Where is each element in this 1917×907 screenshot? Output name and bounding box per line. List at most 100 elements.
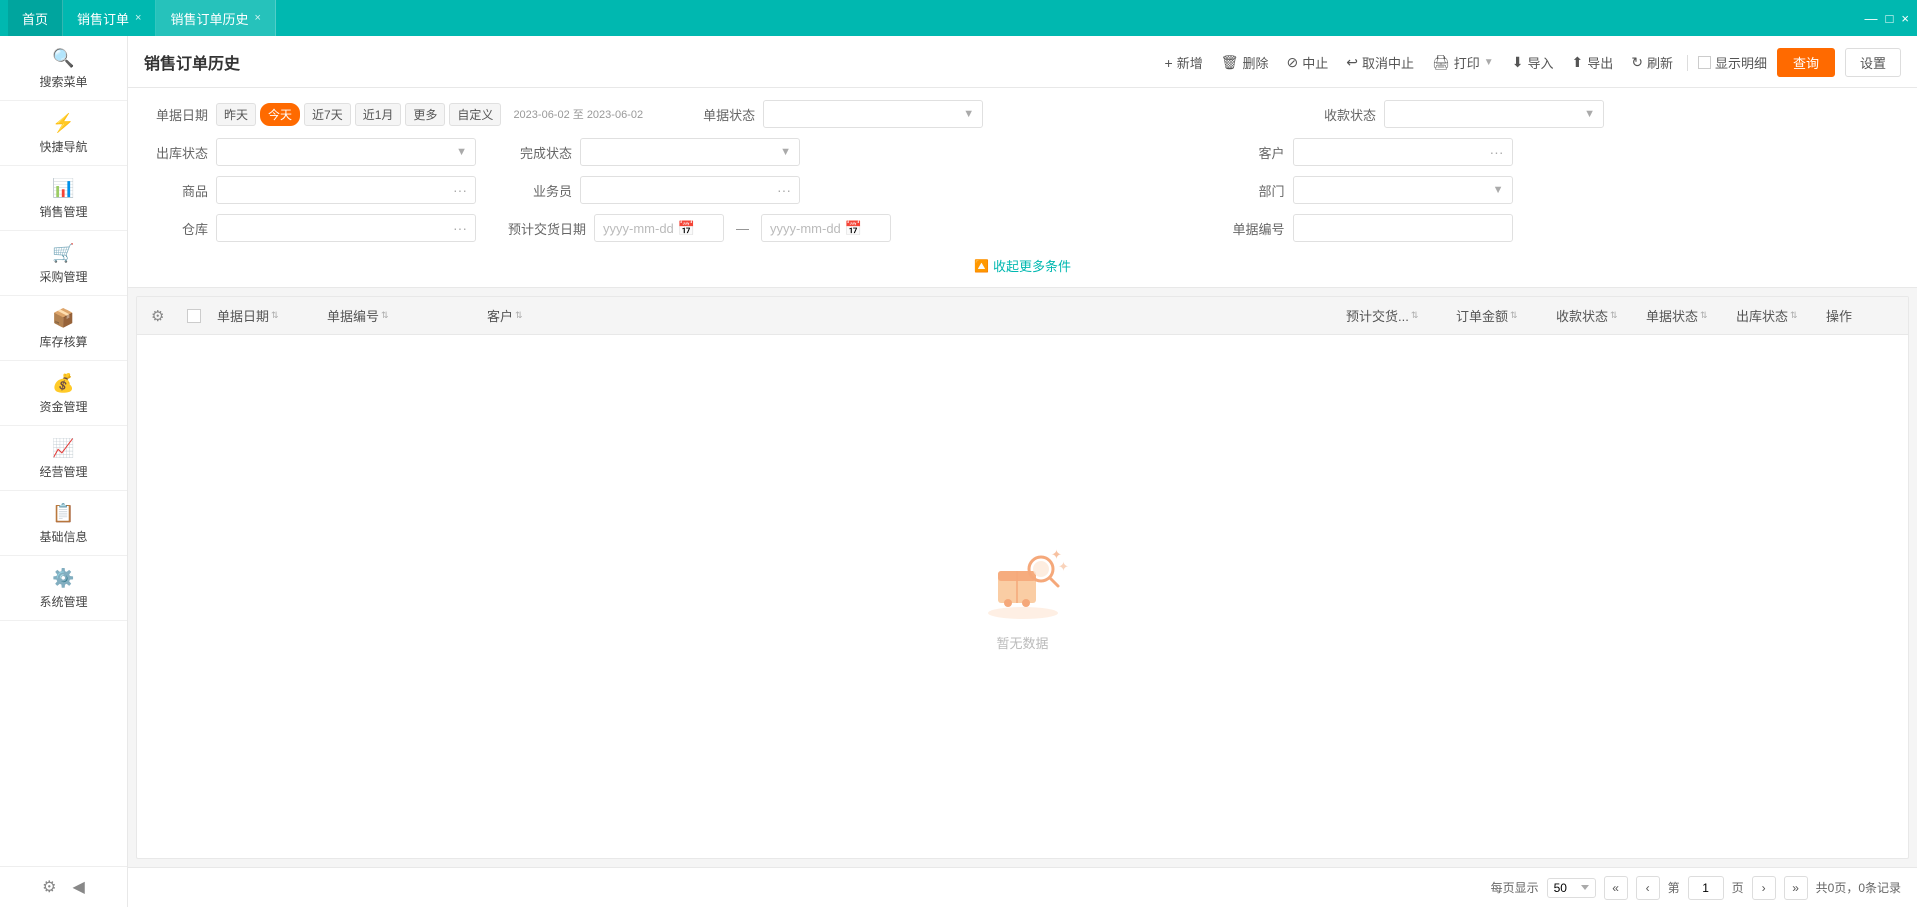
cancel-stop-button[interactable]: ↩ 取消中止 — [1342, 51, 1418, 74]
column-delivery[interactable]: 预计交货... ⇅ — [1340, 306, 1450, 325]
inventory-icon: 📦 — [52, 308, 74, 329]
print-label: 打印 — [1454, 53, 1480, 72]
collapse-label: 收起更多条件 — [993, 256, 1071, 275]
collapse-row[interactable]: 🔼 收起更多条件 — [144, 252, 1901, 275]
sidebar-item-sales[interactable]: 📊 销售管理 — [0, 166, 127, 231]
delivery-date-start-field[interactable]: yyyy-mm-dd 📅 — [594, 214, 724, 242]
prev-page-btn[interactable]: ‹ — [1636, 876, 1660, 900]
date-btn-yesterday[interactable]: 昨天 — [216, 103, 256, 126]
stop-button[interactable]: ⊘ 中止 — [1283, 51, 1333, 74]
doc-no-field[interactable] — [1293, 214, 1513, 242]
operations-icon: 📈 — [52, 438, 74, 459]
product-field[interactable]: ··· — [216, 176, 476, 204]
date-btn-more[interactable]: 更多 — [405, 103, 445, 126]
print-button[interactable]: 🖨 打印 ▼ — [1428, 51, 1498, 74]
finance-icon: 💰 — [52, 373, 74, 394]
sidebar-item-finance[interactable]: 💰 资金管理 — [0, 361, 127, 426]
window-close-btn[interactable]: × — [1901, 11, 1909, 26]
sidebar-inventory-label: 库存核算 — [39, 333, 87, 350]
settings-button[interactable]: 设置 — [1845, 48, 1901, 77]
empty-illustration: ✦ ✦ — [973, 541, 1073, 621]
new-label: 新增 — [1177, 53, 1203, 72]
filter-row-2: 出库状态 ▼ 完成状态 ▼ 客户 ··· — [144, 138, 1901, 166]
refresh-label: 刷新 — [1647, 53, 1673, 72]
delete-button[interactable]: 🗑 删除 — [1217, 51, 1273, 74]
checkbox-all[interactable] — [187, 309, 201, 323]
tab-sales-order[interactable]: 销售订单 × — [63, 0, 156, 36]
quick-nav-icon: ⚡ — [52, 113, 74, 134]
sidebar-purchase-label: 采购管理 — [39, 268, 87, 285]
delivery-date-end-field[interactable]: yyyy-mm-dd 📅 — [761, 214, 891, 242]
sidebar-item-search[interactable]: 🔍 搜索菜单 — [0, 36, 127, 101]
refresh-button[interactable]: ↻ 刷新 — [1627, 51, 1677, 74]
column-status[interactable]: 单据状态 ⇅ — [1640, 306, 1730, 325]
sidebar-item-operations[interactable]: 📈 经营管理 — [0, 426, 127, 491]
column-select-all[interactable] — [181, 309, 211, 323]
next-page-btn[interactable]: › — [1752, 876, 1776, 900]
delivery-start-placeholder: yyyy-mm-dd — [603, 221, 674, 236]
date-label: 单据日期 — [144, 105, 208, 124]
customer-field[interactable]: ··· — [1293, 138, 1513, 166]
empty-text: 暂无数据 — [996, 633, 1048, 652]
last-page-btn[interactable]: » — [1784, 876, 1808, 900]
total-info: 共0页，0条记录 — [1816, 879, 1901, 896]
column-settings[interactable]: ⚙ — [145, 307, 181, 325]
calendar-end-icon: 📅 — [845, 220, 862, 237]
query-button[interactable]: 查询 — [1777, 48, 1835, 77]
tab-sales-order-close[interactable]: × — [135, 12, 141, 24]
delete-label: 删除 — [1242, 53, 1268, 72]
column-delivery-label: 预计交货... — [1346, 306, 1409, 325]
date-btn-today[interactable]: 今天 — [260, 103, 300, 126]
date-dash: — — [732, 221, 753, 236]
collapse-sidebar-icon[interactable]: ◀ — [73, 877, 85, 897]
export-button[interactable]: ⬆ 导出 — [1567, 51, 1617, 74]
completion-status-field[interactable]: ▼ — [580, 138, 800, 166]
department-field[interactable]: ▼ — [1293, 176, 1513, 204]
receipt-status-field[interactable]: ▼ — [1384, 100, 1604, 128]
stop-label: 中止 — [1302, 53, 1328, 72]
page-number-input[interactable] — [1688, 876, 1724, 900]
date-btn-1month[interactable]: 近1月 — [355, 103, 402, 126]
column-doc-label: 单据编号 — [327, 306, 379, 325]
settings-bottom-icon[interactable]: ⚙ — [42, 877, 56, 897]
column-date[interactable]: 单据日期 ⇅ — [211, 306, 321, 325]
tab-sales-history-close[interactable]: × — [254, 12, 260, 24]
status-field[interactable]: ▼ — [763, 100, 983, 128]
sort-delivery-icon: ⇅ — [1411, 311, 1419, 320]
empty-state: ✦ ✦ 暂无数据 — [137, 335, 1908, 858]
sidebar-sales-label: 销售管理 — [39, 203, 87, 220]
column-amount[interactable]: 订单金额 ⇅ — [1450, 306, 1550, 325]
sidebar-bottom: ⚙ ◀ — [0, 866, 127, 907]
top-bar: 首页 销售订单 × 销售订单历史 × — □ × — [0, 0, 1917, 36]
sort-status-icon: ⇅ — [1700, 311, 1708, 320]
table-header: ⚙ 单据日期 ⇅ 单据编号 ⇅ 客户 ⇅ 预计交货... — [137, 297, 1908, 335]
column-warehouse-status[interactable]: 出库状态 ⇅ — [1730, 306, 1820, 325]
warehouse-field[interactable]: ··· — [216, 214, 476, 242]
sidebar-item-basic-info[interactable]: 📋 基础信息 — [0, 491, 127, 556]
import-button[interactable]: ⬇ 导入 — [1508, 51, 1558, 74]
tab-sales-history[interactable]: 销售订单历史 × — [156, 0, 275, 36]
sidebar-item-purchase[interactable]: 🛒 采购管理 — [0, 231, 127, 296]
column-receipt[interactable]: 收款状态 ⇅ — [1550, 306, 1640, 325]
search-icon: 🔍 — [52, 48, 74, 69]
sidebar-item-quick-nav[interactable]: ⚡ 快捷导航 — [0, 101, 127, 166]
toolbar-separator — [1687, 55, 1688, 71]
new-button[interactable]: + 新增 — [1161, 51, 1207, 74]
cancel-stop-label: 取消中止 — [1362, 53, 1414, 72]
sidebar-item-system[interactable]: ⚙️ 系统管理 — [0, 556, 127, 621]
per-page-label: 每页显示 — [1491, 879, 1539, 896]
warehouse-status-field[interactable]: ▼ — [216, 138, 476, 166]
column-customer[interactable]: 客户 ⇅ — [481, 306, 1340, 325]
tab-home[interactable]: 首页 — [8, 0, 63, 36]
refresh-icon: ↻ — [1631, 54, 1643, 71]
minimize-btn[interactable]: — — [1865, 11, 1878, 26]
date-btn-7days[interactable]: 近7天 — [304, 103, 351, 126]
first-page-btn[interactable]: « — [1604, 876, 1628, 900]
maximize-btn[interactable]: □ — [1886, 11, 1894, 26]
per-page-select[interactable]: 50 10 20 100 — [1547, 878, 1596, 898]
date-btn-custom[interactable]: 自定义 — [449, 103, 501, 126]
sales-rep-field[interactable]: ··· — [580, 176, 800, 204]
display-toggle[interactable]: 显示明细 — [1698, 53, 1767, 72]
column-doc-no[interactable]: 单据编号 ⇅ — [321, 306, 481, 325]
sidebar-item-inventory[interactable]: 📦 库存核算 — [0, 296, 127, 361]
